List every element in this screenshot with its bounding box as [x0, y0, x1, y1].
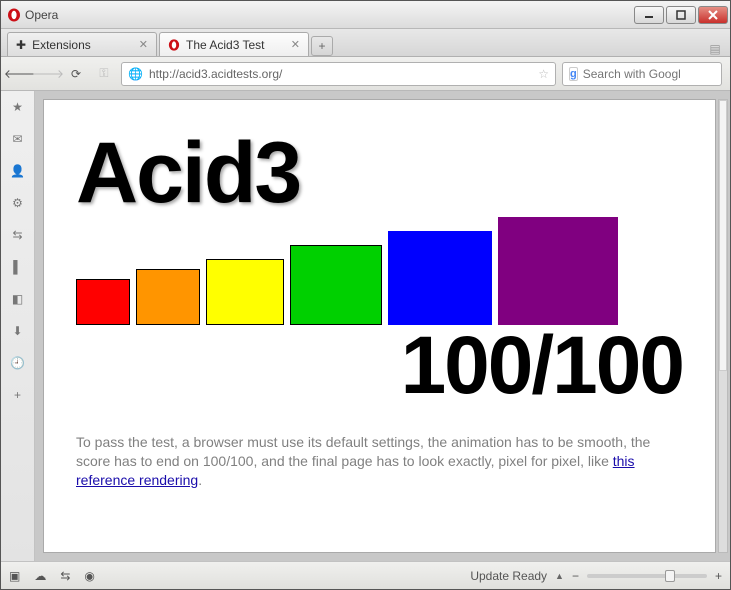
tab-extensions[interactable]: ✚ Extensions ✕ — [7, 32, 157, 56]
page-content: Acid3 100/100 To pass the test, a browse… — [43, 99, 716, 553]
sidebar: ★ ✉ 👤 ⚙ ⇆ ▌ ◧ ⬇ 🕘 + — [1, 91, 35, 561]
status-sync-icon[interactable]: ☁ — [34, 569, 46, 583]
sidebar-mail-icon[interactable]: ✉ — [8, 129, 28, 149]
puzzle-icon: ✚ — [16, 38, 26, 52]
window-titlebar: Opera — [1, 1, 730, 29]
sidebar-bookmarks-icon[interactable]: ★ — [8, 97, 28, 117]
box-orange — [136, 269, 200, 325]
minimize-button[interactable] — [634, 6, 664, 24]
box-red — [76, 279, 130, 325]
vertical-scrollbar[interactable] — [718, 99, 728, 553]
status-link-icon[interactable]: ⇆ — [60, 569, 70, 583]
box-green — [290, 245, 382, 325]
sidebar-history-icon[interactable]: 🕘 — [8, 353, 28, 373]
description-text: To pass the test, a browser must use its… — [76, 434, 650, 469]
description: To pass the test, a browser must use its… — [76, 433, 683, 490]
description-after: . — [198, 472, 202, 488]
app-label: Opera — [7, 8, 58, 22]
zoom-in-icon[interactable]: + — [715, 569, 722, 583]
content-viewport: Acid3 100/100 To pass the test, a browse… — [35, 91, 730, 561]
page-title: Acid3 — [76, 124, 683, 223]
sidebar-downloads-icon[interactable]: ⬇ — [8, 321, 28, 341]
globe-icon: 🌐 — [128, 67, 143, 81]
zoom-out-icon[interactable]: − — [572, 569, 579, 583]
tab-acid3[interactable]: The Acid3 Test ✕ — [159, 32, 309, 56]
address-bar: 🡐 🡒 ⟳ ⚿ 🌐 ☆ g — [1, 57, 730, 91]
bookmark-star-icon[interactable]: ☆ — [538, 67, 549, 81]
close-icon[interactable]: ✕ — [139, 38, 148, 51]
back-button[interactable]: 🡐 — [9, 63, 31, 85]
sidebar-add-icon[interactable]: + — [8, 385, 28, 405]
zoom-knob[interactable] — [665, 570, 675, 582]
tab-strip: ✚ Extensions ✕ The Acid3 Test ✕ + ▤ — [1, 29, 730, 57]
tab-label: The Acid3 Test — [186, 38, 265, 52]
reload-button[interactable]: ⟳ — [65, 63, 87, 85]
window-controls — [634, 6, 728, 24]
score-text: 100/100 — [76, 319, 683, 413]
opera-icon — [7, 8, 21, 22]
chevron-up-icon[interactable]: ▲ — [555, 571, 564, 581]
sidebar-share-icon[interactable]: ⇆ — [8, 225, 28, 245]
box-yellow — [206, 259, 284, 325]
main-area: ★ ✉ 👤 ⚙ ⇆ ▌ ◧ ⬇ 🕘 + Acid3 100/100 To pas… — [1, 91, 730, 561]
sidebar-notes-icon[interactable]: ▌ — [8, 257, 28, 277]
url-input[interactable] — [149, 67, 532, 81]
status-bar: ▣ ☁ ⇆ ◉ Update Ready ▲ − + — [1, 561, 730, 589]
sidebar-settings-icon[interactable]: ⚙ — [8, 193, 28, 213]
close-icon[interactable]: ✕ — [291, 38, 300, 51]
scrollbar-thumb[interactable] — [719, 100, 727, 371]
tab-menu-icon[interactable]: ▤ — [706, 42, 724, 56]
close-button[interactable] — [698, 6, 728, 24]
status-camera-icon[interactable]: ◉ — [84, 569, 94, 583]
search-field[interactable]: g — [562, 62, 722, 86]
app-name: Opera — [25, 8, 58, 22]
tab-label: Extensions — [32, 38, 91, 52]
key-icon[interactable]: ⚿ — [93, 63, 115, 85]
zoom-slider[interactable] — [587, 574, 707, 578]
url-field[interactable]: 🌐 ☆ — [121, 62, 556, 86]
update-ready-text[interactable]: Update Ready — [470, 569, 547, 583]
sidebar-panel-icon[interactable]: ◧ — [8, 289, 28, 309]
sidebar-contacts-icon[interactable]: 👤 — [8, 161, 28, 181]
search-input[interactable] — [583, 67, 731, 81]
box-purple — [498, 217, 618, 325]
forward-button[interactable]: 🡒 — [37, 63, 59, 85]
status-panel-icon[interactable]: ▣ — [9, 569, 20, 583]
box-blue — [388, 231, 492, 325]
maximize-button[interactable] — [666, 6, 696, 24]
opera-doc-icon — [168, 39, 180, 51]
google-icon: g — [569, 67, 578, 81]
color-boxes — [76, 217, 683, 325]
new-tab-button[interactable]: + — [311, 36, 333, 56]
